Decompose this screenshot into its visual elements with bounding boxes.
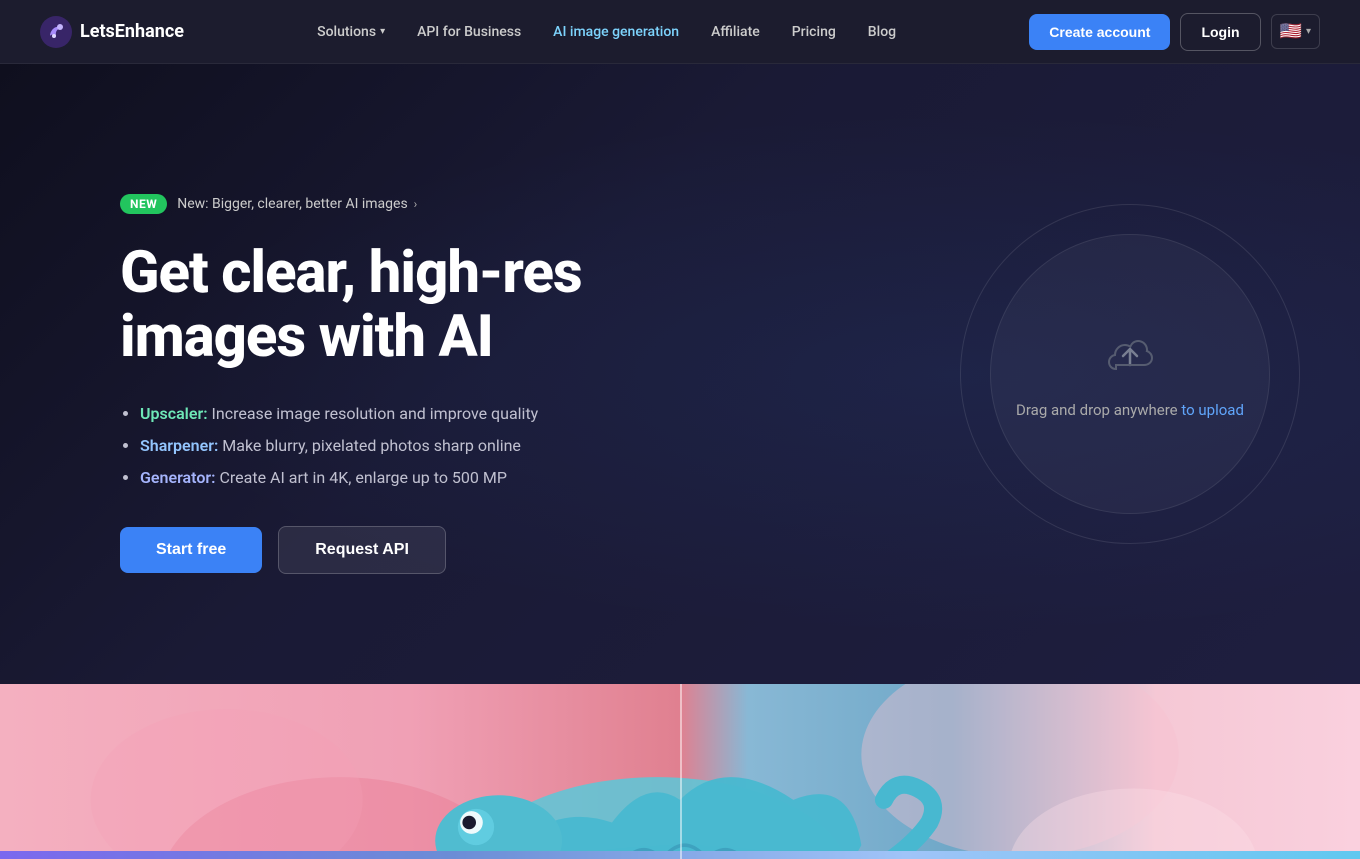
hero-content: NEW New: Bigger, clearer, better AI imag… <box>120 194 740 574</box>
generator-description: Create AI art in 4K, enlarge up to 500 M… <box>219 468 506 487</box>
upload-instruction: Drag and drop anywhere to upload <box>1016 401 1244 419</box>
chevron-down-icon: ▾ <box>1306 26 1311 37</box>
chameleon-image-section <box>0 684 1360 859</box>
badge-text: New: Bigger, clearer, better AI images › <box>177 196 417 212</box>
hero-title: Get clear, high-res images with AI <box>120 242 740 370</box>
nav-actions: Create account Login 🇺🇸 ▾ <box>1029 13 1320 51</box>
logo-icon <box>40 16 72 48</box>
hero-section: NEW New: Bigger, clearer, better AI imag… <box>0 64 1360 684</box>
upscaler-description: Increase image resolution and improve qu… <box>212 404 539 423</box>
sharpener-description: Make blurry, pixelated photos sharp onli… <box>222 436 521 455</box>
nav-affiliate[interactable]: Affiliate <box>699 18 772 46</box>
sharpener-label: Sharpener: <box>140 436 218 455</box>
chevron-down-icon: ▾ <box>380 26 385 37</box>
flag-icon: 🇺🇸 <box>1280 21 1302 42</box>
generator-label: Generator: <box>140 468 216 487</box>
request-api-button[interactable]: Request API <box>278 526 446 574</box>
chevron-right-icon: › <box>414 197 418 211</box>
nav-blog[interactable]: Blog <box>856 18 908 46</box>
logo-link[interactable]: LetsEnhance <box>40 16 184 48</box>
create-account-button[interactable]: Create account <box>1029 14 1170 50</box>
before-after-divider <box>680 684 682 859</box>
features-list: Upscaler: Increase image resolution and … <box>120 402 740 490</box>
upload-dropzone[interactable]: Drag and drop anywhere to upload <box>960 204 1300 544</box>
nav-solutions[interactable]: Solutions ▾ <box>305 18 397 46</box>
new-badge: NEW <box>120 194 167 214</box>
upscaler-label: Upscaler: <box>140 404 208 423</box>
nav-ai-image[interactable]: AI image generation <box>541 18 691 46</box>
upload-inner-circle: Drag and drop anywhere to upload <box>990 234 1270 514</box>
login-button[interactable]: Login <box>1180 13 1260 51</box>
language-selector[interactable]: 🇺🇸 ▾ <box>1271 14 1320 49</box>
announcement-banner[interactable]: NEW New: Bigger, clearer, better AI imag… <box>120 194 740 214</box>
logo-text: LetsEnhance <box>80 21 184 42</box>
start-free-button[interactable]: Start free <box>120 527 262 573</box>
navbar: LetsEnhance Solutions ▾ API for Business… <box>0 0 1360 64</box>
upload-outer-circle: Drag and drop anywhere to upload <box>960 204 1300 544</box>
hero-cta: Start free Request API <box>120 526 740 574</box>
nav-links: Solutions ▾ API for Business AI image ge… <box>305 18 908 46</box>
feature-generator: Generator: Create AI art in 4K, enlarge … <box>140 466 740 490</box>
nav-pricing[interactable]: Pricing <box>780 18 848 46</box>
nav-api[interactable]: API for Business <box>405 18 533 46</box>
feature-sharpener: Sharpener: Make blurry, pixelated photos… <box>140 434 740 458</box>
feature-upscaler: Upscaler: Increase image resolution and … <box>140 402 740 426</box>
upload-link[interactable]: to upload <box>1181 401 1244 419</box>
upload-cloud-icon <box>1102 329 1158 385</box>
